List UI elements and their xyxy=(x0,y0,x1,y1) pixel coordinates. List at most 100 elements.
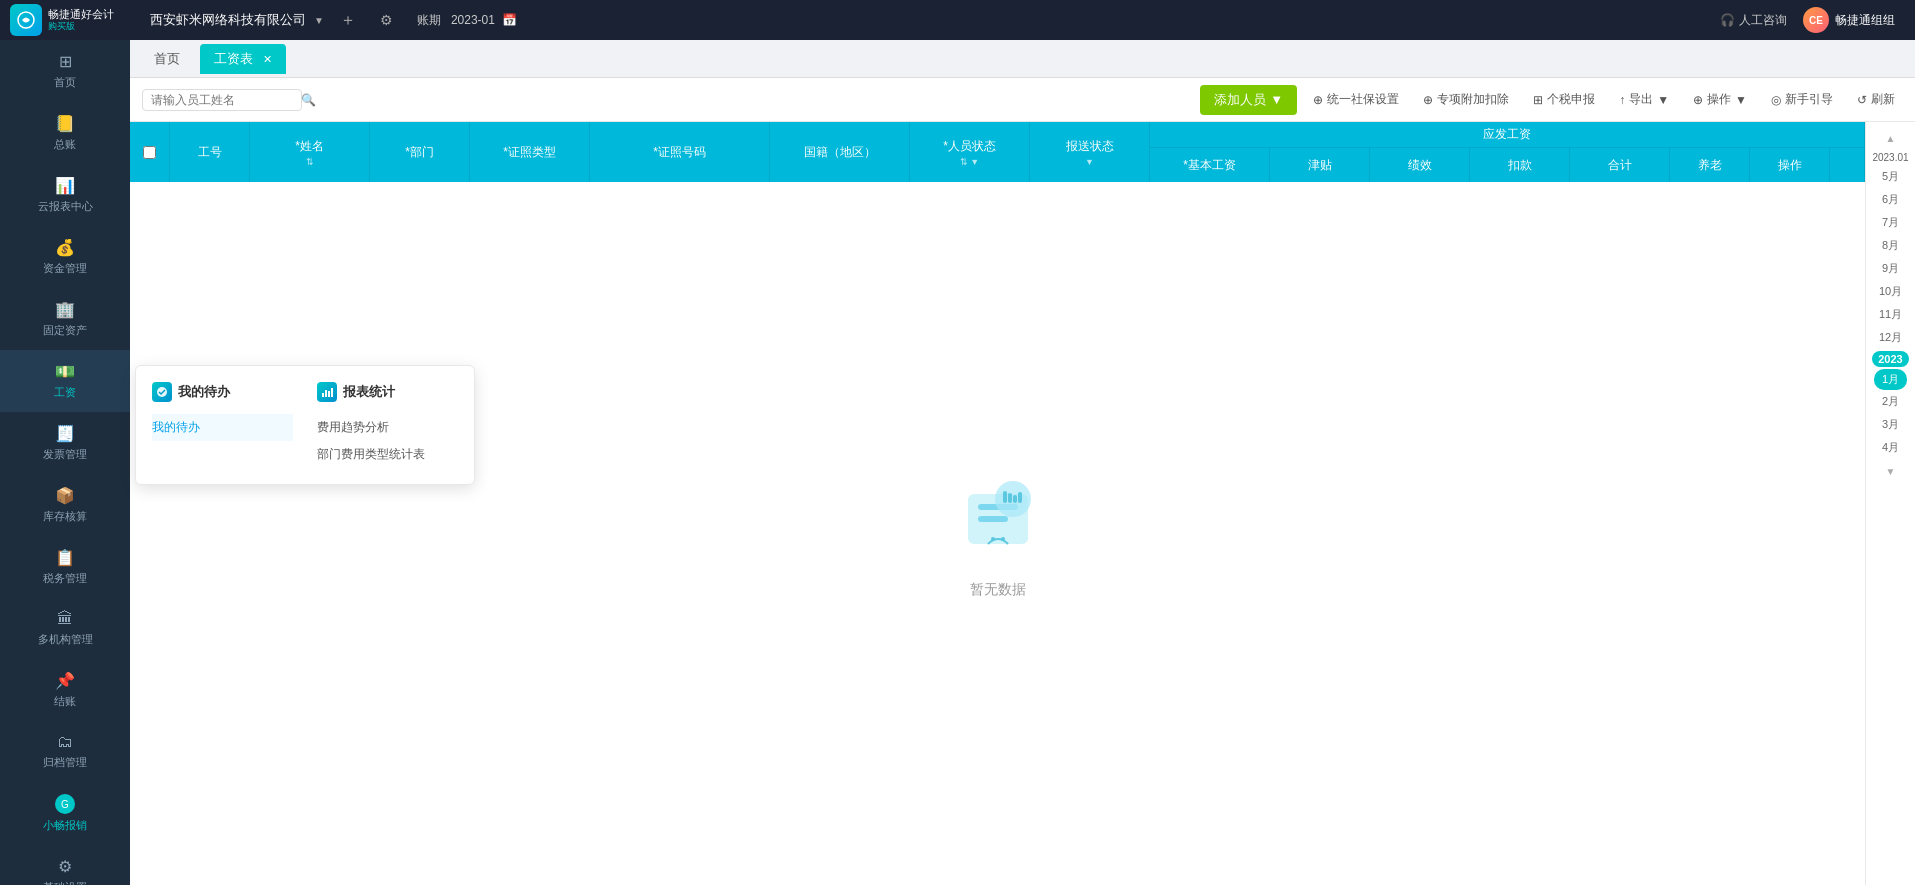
add-person-btn[interactable]: 添加人员 ▼ xyxy=(1200,85,1297,115)
timeline-month-4[interactable]: 4月 xyxy=(1866,436,1915,459)
settings-btn[interactable]: ⚙ xyxy=(380,12,393,28)
th-employee-id: 工号 xyxy=(170,122,250,182)
th-status[interactable]: *人员状态 ⇅ ▼ xyxy=(910,122,1030,182)
timeline-month-9[interactable]: 9月 xyxy=(1866,257,1915,280)
sidebar-item-ledger[interactable]: 📒 总账 xyxy=(0,102,130,164)
report-status-filter-icon[interactable]: ▼ xyxy=(1085,157,1094,167)
refresh-btn[interactable]: ↺ 刷新 xyxy=(1849,87,1903,112)
sidebar-item-invoices[interactable]: 🧾 发票管理 xyxy=(0,412,130,474)
sidebar-item-archive[interactable]: 🗂 归档管理 xyxy=(0,721,130,782)
timeline-month-6[interactable]: 6月 xyxy=(1866,188,1915,211)
timeline-month-5[interactable]: 5月 xyxy=(1866,165,1915,188)
sidebar-item-assets[interactable]: 🏢 固定资产 xyxy=(0,288,130,350)
dropdown-col1-header-icon xyxy=(152,382,172,402)
operations-label: 操作 xyxy=(1707,91,1731,108)
timeline-nav-down[interactable]: ▼ xyxy=(1879,459,1903,483)
sidebar-label-assets: 固定资产 xyxy=(43,323,87,338)
dropdown-col1-header-label: 我的待办 xyxy=(178,383,230,401)
dropdown-columns: 我的待办 我的待办 报表统计 费用趋势分析 xyxy=(152,382,458,468)
select-all-checkbox[interactable] xyxy=(143,146,156,159)
dropdown-item-dept-cost[interactable]: 部门费用类型统计表 xyxy=(317,441,458,468)
sidebar-label-ledger: 总账 xyxy=(54,137,76,152)
dropdown-col2-header: 报表统计 xyxy=(317,382,458,402)
sidebar-item-tax[interactable]: 📋 税务管理 xyxy=(0,536,130,598)
svg-rect-12 xyxy=(322,393,324,397)
social-insurance-label: 统一社保设置 xyxy=(1327,91,1399,108)
sidebar-label-inventory: 库存核算 xyxy=(43,509,87,524)
export-label: 导出 xyxy=(1629,91,1653,108)
sidebar-item-xiaochang[interactable]: G 小畅报销 xyxy=(0,782,130,845)
operations-btn[interactable]: ⊕ 操作 ▼ xyxy=(1685,87,1755,112)
sidebar-item-multiorg[interactable]: 🏛 多机构管理 xyxy=(0,598,130,659)
timeline-month-2[interactable]: 2月 xyxy=(1866,390,1915,413)
th-report-status[interactable]: 报送状态 ▼ xyxy=(1030,122,1150,182)
dropdown-item-my-todo[interactable]: 我的待办 xyxy=(152,414,293,441)
empty-state: 暂无数据 xyxy=(130,182,1865,885)
tax-report-btn[interactable]: ⊞ 个税申报 xyxy=(1525,87,1603,112)
sidebar-item-reports[interactable]: 📊 云报表中心 xyxy=(0,164,130,226)
assets-icon: 🏢 xyxy=(55,300,75,319)
toolbar: 🔍 添加人员 ▼ ⊕ 统一社保设置 ⊕ 专项附加扣除 ⊞ 个税申报 ↑ 导出 xyxy=(130,78,1915,122)
sidebar-item-home[interactable]: ⊞ 首页 xyxy=(0,40,130,102)
sidebar-item-basic[interactable]: ⚙ 基础设置 xyxy=(0,845,130,885)
timeline-month-12[interactable]: 12月 xyxy=(1866,326,1915,349)
headset-icon: 🎧 xyxy=(1720,13,1735,27)
status-sort-icon[interactable]: ⇅ ▼ xyxy=(960,157,979,167)
sidebar-item-inventory[interactable]: 📦 库存核算 xyxy=(0,474,130,536)
refresh-label: 刷新 xyxy=(1871,91,1895,108)
dropdown-item-cost-trend[interactable]: 费用趋势分析 xyxy=(317,414,458,441)
sidebar-label-salary: 工资 xyxy=(54,385,76,400)
dropdown-col2-header-label: 报表统计 xyxy=(343,383,395,401)
xiaochang-icon: G xyxy=(55,794,75,814)
period-label: 账期 2023-01 📅 xyxy=(417,12,517,29)
closing-icon: 📌 xyxy=(55,671,75,690)
sidebar-label-reports: 云报表中心 xyxy=(38,199,93,214)
timeline-month-8[interactable]: 8月 xyxy=(1866,234,1915,257)
dropdown-panel: 我的待办 我的待办 报表统计 费用趋势分析 xyxy=(135,365,475,485)
user-info[interactable]: CE 畅捷通组组 xyxy=(1803,7,1895,33)
home-icon: ⊞ xyxy=(59,52,72,71)
name-sort-icon[interactable]: ⇅ xyxy=(306,157,314,167)
sidebar-item-closing[interactable]: 📌 结账 xyxy=(0,659,130,721)
guide-btn[interactable]: ◎ 新手引导 xyxy=(1763,87,1841,112)
th-department: *部门 xyxy=(370,122,470,182)
period-value: 2023-01 xyxy=(451,13,495,27)
th-allowance: 津贴 xyxy=(1270,148,1370,182)
search-input[interactable] xyxy=(151,93,301,107)
th-salary-group-header: 应发工资 xyxy=(1150,122,1864,148)
logo-area: 畅捷通好会计 购买版 xyxy=(10,4,130,36)
timeline-nav-up[interactable]: ▲ xyxy=(1879,126,1903,150)
timeline-month-10[interactable]: 10月 xyxy=(1866,280,1915,303)
th-id-number: *证照号码 xyxy=(590,122,770,182)
timeline-year-label: 2023.01 xyxy=(1872,152,1908,163)
add-company-btn[interactable]: ＋ xyxy=(340,10,356,31)
empty-illustration xyxy=(948,469,1048,569)
timeline-month-7[interactable]: 7月 xyxy=(1866,211,1915,234)
customer-service-btn[interactable]: 🎧 人工咨询 xyxy=(1720,12,1787,29)
tab-salary-table[interactable]: 工资表 ✕ xyxy=(200,44,286,74)
company-dropdown-arrow[interactable]: ▼ xyxy=(314,15,324,26)
svg-rect-8 xyxy=(1018,492,1022,503)
top-header: 畅捷通好会计 购买版 西安虾米网络科技有限公司 ▼ ＋ ⚙ 账期 2023-01… xyxy=(0,0,1915,40)
export-btn[interactable]: ↑ 导出 ▼ xyxy=(1611,87,1677,112)
timeline-month-3[interactable]: 3月 xyxy=(1866,413,1915,436)
guide-toolbar-icon: ◎ xyxy=(1771,93,1781,107)
th-bonus: 绩效 xyxy=(1370,148,1470,182)
th-salary-sub-row: *基本工资 津贴 绩效 扣款 合 xyxy=(1150,148,1864,182)
timeline-month-11[interactable]: 11月 xyxy=(1866,303,1915,326)
content-inner: 工号 *姓名 ⇅ *部门 *证照类型 *证照号码 xyxy=(130,122,1915,885)
tab-close-btn[interactable]: ✕ xyxy=(263,53,272,65)
timeline-month-1-active[interactable]: 1月 xyxy=(1874,369,1907,390)
refresh-icon: ↺ xyxy=(1857,93,1867,107)
tab-home[interactable]: 首页 xyxy=(140,44,194,74)
th-name[interactable]: *姓名 ⇅ xyxy=(250,122,370,182)
th-checkbox[interactable] xyxy=(130,122,170,182)
table-header: 工号 *姓名 ⇅ *部门 *证照类型 *证照号码 xyxy=(130,122,1865,182)
sidebar-item-finance[interactable]: 💰 资金管理 xyxy=(0,226,130,288)
dropdown-col-2: 报表统计 费用趋势分析 部门费用类型统计表 xyxy=(317,382,458,468)
special-deduction-btn[interactable]: ⊕ 专项附加扣除 xyxy=(1415,87,1517,112)
customer-service-label: 人工咨询 xyxy=(1739,12,1787,29)
sidebar-item-salary[interactable]: 💵 工资 xyxy=(0,350,130,412)
social-insurance-btn[interactable]: ⊕ 统一社保设置 xyxy=(1305,87,1407,112)
salary-icon: 💵 xyxy=(55,362,75,381)
